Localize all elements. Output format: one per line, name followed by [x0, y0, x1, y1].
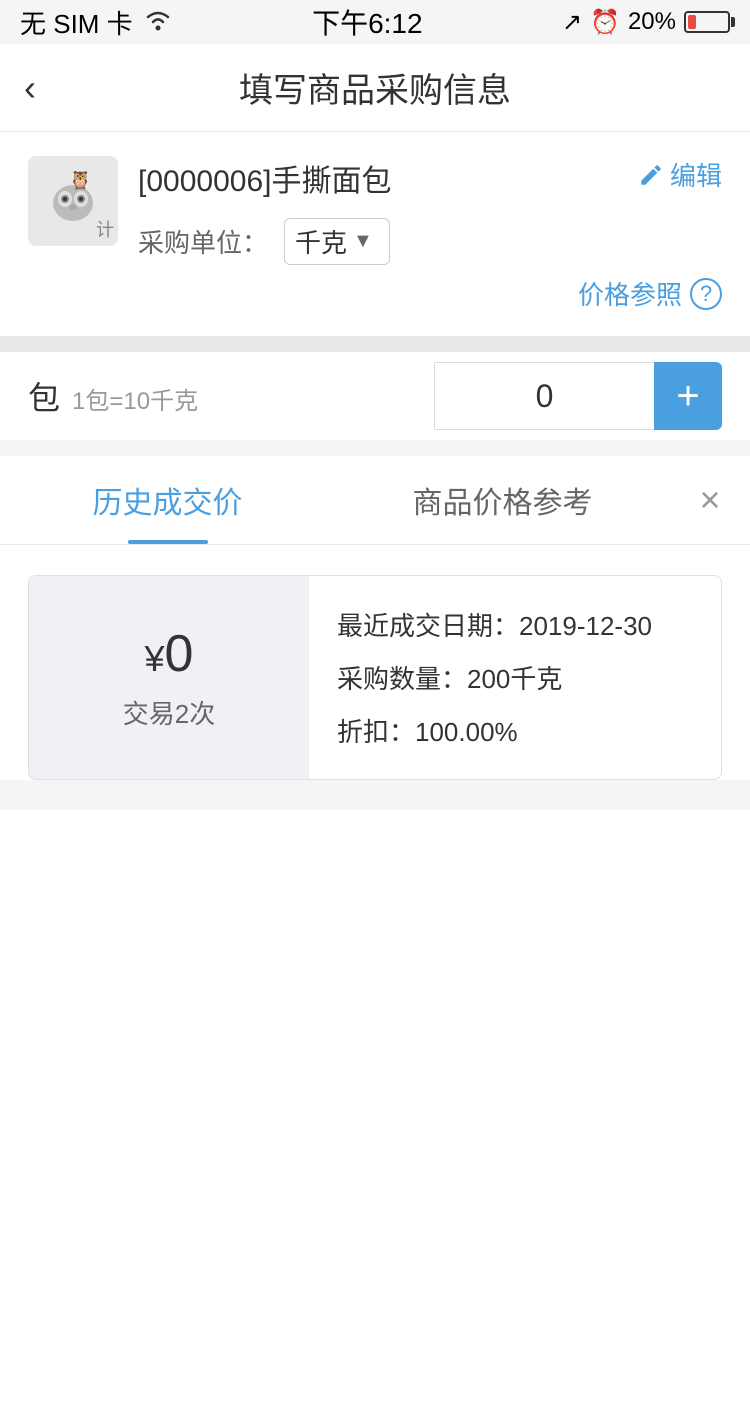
- discount-value: 100.00%: [415, 717, 518, 747]
- battery-icon: [684, 11, 730, 33]
- transaction-price: ¥0: [145, 624, 194, 684]
- product-section: 🦉 计 [0000006]手撕面包 采购单位： 千克 ▼ 编辑: [0, 132, 750, 336]
- quantity-input[interactable]: [434, 362, 654, 430]
- product-thumbnail: 🦉 计: [28, 156, 118, 246]
- transaction-count: 交易2次: [123, 694, 215, 731]
- unit-dropdown[interactable]: 千克 ▼: [284, 218, 390, 265]
- quantity-input-area: +: [434, 362, 722, 430]
- tabs-container: 历史成交价 商品价格参考 × ¥0 交易2次 最近成交日期：2019-12-30…: [0, 456, 750, 780]
- battery-percent: 20%: [628, 8, 676, 36]
- recent-date-label: 最近成交日期：: [337, 611, 519, 641]
- edit-icon: [638, 162, 664, 188]
- page-header: ‹ 填写商品采购信息: [0, 44, 750, 132]
- price-ref-button[interactable]: 价格参照: [578, 275, 682, 312]
- back-button[interactable]: ‹: [24, 67, 36, 109]
- price-value: 0: [165, 625, 194, 683]
- price-ref-row: 价格参照 ?: [28, 275, 722, 312]
- quantity-unit: 包: [28, 373, 60, 419]
- location-icon: ↗: [562, 8, 582, 37]
- recent-date-value: 2019-12-30: [519, 611, 652, 641]
- unit-value: 千克: [295, 223, 347, 260]
- discount-label: 折扣：: [337, 717, 415, 747]
- status-right: ↗ ⏰ 20%: [562, 8, 730, 37]
- tab-price-reference[interactable]: 商品价格参考: [335, 456, 670, 544]
- status-left: 无 SIM 卡: [20, 4, 173, 41]
- main-content-area: [0, 810, 750, 1410]
- purchase-quantity-value: 200千克: [467, 664, 562, 694]
- currency-symbol: ¥: [145, 638, 165, 679]
- product-info: 🦉 计 [0000006]手撕面包 采购单位： 千克 ▼: [28, 156, 638, 265]
- quantity-plus-button[interactable]: +: [654, 362, 722, 430]
- unit-label: 采购单位：: [138, 223, 268, 260]
- page-title: 填写商品采购信息: [239, 63, 511, 112]
- dropdown-arrow-icon: ▼: [353, 230, 373, 253]
- purchase-quantity-row: 采购数量：200千克: [337, 659, 693, 696]
- quantity-section: 包 1包=10千克 +: [0, 352, 750, 440]
- product-name: [0000006]手撕面包: [138, 156, 638, 200]
- section-divider: [0, 336, 750, 352]
- tab-close-button[interactable]: ×: [670, 456, 750, 544]
- product-unit-row: 采购单位： 千克 ▼: [138, 218, 638, 265]
- tab-price-reference-label: 商品价格参考: [413, 478, 593, 522]
- transaction-card: ¥0 交易2次 最近成交日期：2019-12-30 采购数量：200千克 折扣：…: [28, 575, 722, 780]
- svg-text:🦉: 🦉: [69, 171, 91, 190]
- wifi-icon: [143, 7, 173, 38]
- edit-label: 编辑: [670, 156, 722, 193]
- product-details: [0000006]手撕面包 采购单位： 千克 ▼: [138, 156, 638, 265]
- recent-date-row: 最近成交日期：2019-12-30: [337, 606, 693, 643]
- transaction-price-area: ¥0 交易2次: [29, 576, 309, 779]
- transaction-details-area: 最近成交日期：2019-12-30 采购数量：200千克 折扣：100.00%: [309, 576, 721, 779]
- help-icon[interactable]: ?: [690, 278, 722, 310]
- tab-active-indicator: [128, 540, 208, 544]
- quantity-label-area: 包 1包=10千克: [28, 373, 198, 419]
- edit-button[interactable]: 编辑: [638, 156, 722, 193]
- tabs-header: 历史成交价 商品价格参考 ×: [0, 456, 750, 545]
- discount-row: 折扣：100.00%: [337, 712, 693, 749]
- time-display: 下午6:12: [312, 2, 423, 42]
- quantity-unit-desc: 1包=10千克: [72, 381, 198, 416]
- purchase-quantity-label: 采购数量：: [337, 664, 467, 694]
- alarm-icon: ⏰: [590, 8, 620, 37]
- sim-signal-text: 无 SIM 卡: [20, 4, 133, 41]
- tab-history-price[interactable]: 历史成交价: [0, 456, 335, 544]
- status-bar: 无 SIM 卡 下午6:12 ↗ ⏰ 20%: [0, 0, 750, 44]
- tab-history-price-label: 历史成交价: [93, 478, 243, 522]
